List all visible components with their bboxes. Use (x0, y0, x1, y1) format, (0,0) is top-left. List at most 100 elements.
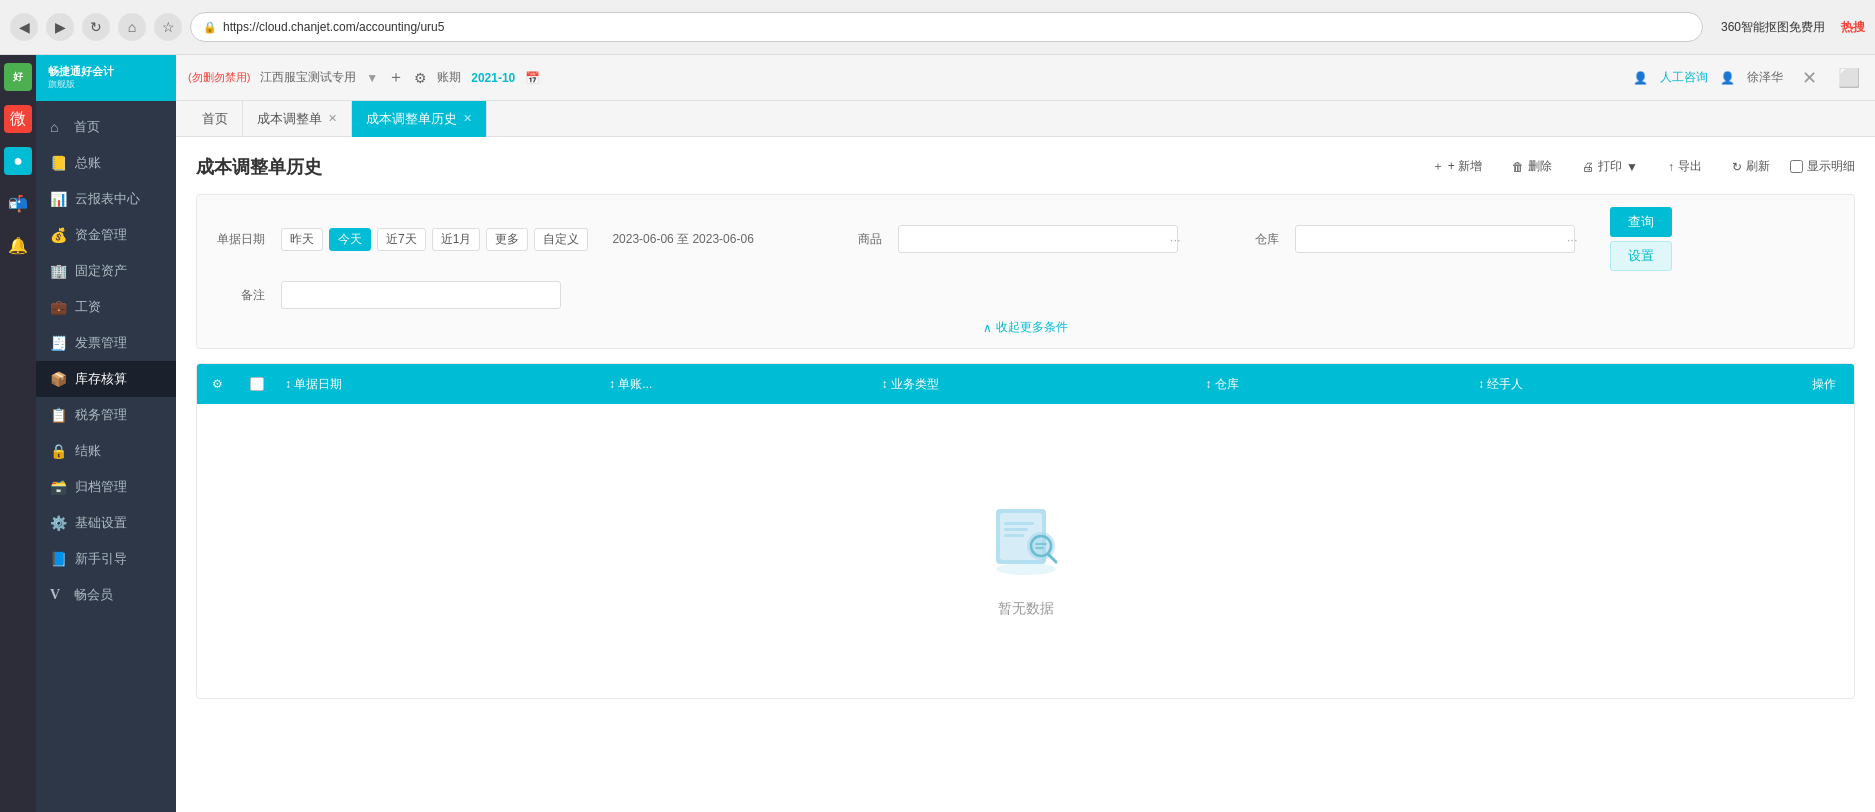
tab-cost-adjust[interactable]: 成本调整单 ✕ (243, 101, 352, 137)
display-toggle[interactable]: 显示明细 (1790, 158, 1855, 175)
period-value: 2021-10 (471, 71, 515, 85)
closing-nav-icon: 🔒 (50, 443, 67, 459)
sidebar: 畅捷通好会计 旗舰版 ⌂ 首页 📒 总账 📊 云报表中心 💰 资金管理 (36, 55, 176, 812)
warehouse-filter-input[interactable] (1295, 225, 1575, 253)
dropdown-icon[interactable]: ▼ (366, 71, 378, 85)
sidebar-item-payroll[interactable]: 💼 工资 (36, 289, 176, 325)
refresh-button[interactable]: ↻ 刷新 (1722, 153, 1780, 180)
th-voucher[interactable]: ↕ 单账... (601, 376, 874, 393)
ledger-nav-icon: 📒 (50, 155, 67, 171)
sidebar-item-funds[interactable]: 💰 资金管理 (36, 217, 176, 253)
archive-nav-icon: 🗃️ (50, 479, 67, 495)
page-content: 成本调整单历史 ＋ + 新增 🗑 删除 🖨 打印 ▼ (176, 137, 1875, 812)
inventory-nav-label: 库存核算 (75, 370, 127, 388)
th-action-label: 操作 (1812, 376, 1836, 393)
sidebar-item-archive[interactable]: 🗃️ 归档管理 (36, 469, 176, 505)
icon-bar-weibo[interactable]: 微 (4, 105, 32, 133)
th-handler[interactable]: ↕ 经手人 (1470, 376, 1794, 393)
setting-button[interactable]: 设置 (1610, 241, 1672, 271)
closing-nav-label: 结账 (75, 442, 101, 460)
browser-chrome: ◀ ▶ ↻ ⌂ ☆ 🔒 https://cloud.chanjet.com/ac… (0, 0, 1875, 55)
warehouse-more-icon[interactable]: ··· (1567, 232, 1578, 247)
period-label: 账期 (437, 69, 461, 86)
filter-btn-yesterday[interactable]: 昨天 (281, 228, 323, 251)
tab-cost-adjust-history[interactable]: 成本调整单历史 ✕ (352, 101, 487, 137)
query-button[interactable]: 查询 (1610, 207, 1672, 237)
sidebar-item-ledger[interactable]: 📒 总账 (36, 145, 176, 181)
topbar-minimize-button[interactable]: ⬜ (1835, 64, 1863, 92)
delete-button[interactable]: 🗑 删除 (1502, 153, 1562, 180)
topbar-close-button[interactable]: ✕ (1795, 64, 1823, 92)
home-button[interactable]: ⌂ (118, 13, 146, 41)
settings-th-icon: ⚙ (212, 377, 223, 391)
star-button[interactable]: ☆ (154, 13, 182, 41)
sidebar-nav: ⌂ 首页 📒 总账 📊 云报表中心 💰 资金管理 🏢 固定资产 💼 工资 (36, 101, 176, 812)
header-checkbox[interactable] (250, 377, 264, 391)
export-button[interactable]: ↑ 导出 (1658, 153, 1712, 180)
refresh-icon: ↻ (1732, 160, 1742, 174)
icon-bar-item-1[interactable]: 📬 (4, 189, 32, 217)
icon-bar-active[interactable]: ● (4, 147, 32, 175)
th-date[interactable]: ↕ 单据日期 (277, 376, 601, 393)
filter-date-group: 昨天 今天 近7天 近1月 更多 自定义 (281, 228, 588, 251)
ledger-nav-label: 总账 (75, 154, 101, 172)
calendar-icon[interactable]: 📅 (525, 71, 540, 85)
member-nav-label: 畅会员 (74, 586, 113, 604)
tab-cost-adjust-history-close[interactable]: ✕ (463, 112, 472, 125)
th-settings[interactable]: ⚙ (197, 377, 237, 391)
sidebar-item-home[interactable]: ⌂ 首页 (36, 109, 176, 145)
refresh-button[interactable]: ↻ (82, 13, 110, 41)
export-label: 导出 (1678, 158, 1702, 175)
svg-rect-4 (1004, 528, 1028, 531)
collapse-icon: ∧ (983, 321, 992, 335)
page-header: 成本调整单历史 ＋ + 新增 🗑 删除 🖨 打印 ▼ (196, 153, 1855, 180)
th-handler-label: ↕ 经手人 (1478, 376, 1523, 393)
export-icon: ↑ (1668, 160, 1674, 174)
sidebar-item-fixed-assets[interactable]: 🏢 固定资产 (36, 253, 176, 289)
remark-filter-input[interactable] (281, 281, 561, 309)
service-icon: 👤 (1633, 71, 1648, 85)
url-bar[interactable]: 🔒 https://cloud.chanjet.com/accounting/u… (190, 12, 1703, 42)
service-label[interactable]: 人工咨询 (1660, 69, 1708, 86)
user-label[interactable]: 徐泽华 (1747, 69, 1783, 86)
filter-btn-more[interactable]: 更多 (486, 228, 528, 251)
home-nav-icon: ⌂ (50, 119, 66, 135)
back-button[interactable]: ◀ (10, 13, 38, 41)
print-button[interactable]: 🖨 打印 ▼ (1572, 153, 1648, 180)
delete-label: 删除 (1528, 158, 1552, 175)
page-actions: ＋ + 新增 🗑 删除 🖨 打印 ▼ ↑ 导出 (1422, 153, 1855, 180)
empty-state: 暂无数据 (197, 404, 1854, 698)
forward-button[interactable]: ▶ (46, 13, 74, 41)
sidebar-item-tax[interactable]: 📋 税务管理 (36, 397, 176, 433)
new-button[interactable]: ＋ + 新增 (1422, 153, 1492, 180)
th-type[interactable]: ↕ 业务类型 (874, 376, 1198, 393)
product-more-icon[interactable]: ··· (1170, 232, 1181, 247)
add-icon[interactable]: ＋ (388, 67, 404, 88)
settings-icon[interactable]: ⚙ (414, 70, 427, 86)
th-warehouse[interactable]: ↕ 仓库 (1197, 376, 1470, 393)
filter-row-remark: 备注 (213, 281, 1838, 309)
sidebar-item-inventory[interactable]: 📦 库存核算 (36, 361, 176, 397)
hot-label: 热搜 (1841, 19, 1865, 36)
sidebar-item-member[interactable]: V 畅会员 (36, 577, 176, 613)
tab-cost-adjust-close[interactable]: ✕ (328, 112, 337, 125)
app-container: 好 微 ● 📬 🔔 畅捷通好会计 旗舰版 ⌂ 首页 📒 总账 📊 云报 (0, 55, 1875, 812)
filter-btn-custom[interactable]: 自定义 (534, 228, 588, 251)
sidebar-item-closing[interactable]: 🔒 结账 (36, 433, 176, 469)
new-icon: ＋ (1432, 158, 1444, 175)
sidebar-item-guide[interactable]: 📘 新手引导 (36, 541, 176, 577)
th-checkbox[interactable] (237, 377, 277, 391)
icon-bar-item-2[interactable]: 🔔 (4, 231, 32, 259)
filter-btn-7days[interactable]: 近7天 (377, 228, 426, 251)
display-toggle-checkbox[interactable] (1790, 160, 1803, 173)
sidebar-item-invoice[interactable]: 🧾 发票管理 (36, 325, 176, 361)
tab-home-label: 首页 (202, 110, 228, 128)
sidebar-item-settings[interactable]: ⚙️ 基础设置 (36, 505, 176, 541)
sidebar-item-reports[interactable]: 📊 云报表中心 (36, 181, 176, 217)
product-filter-input[interactable] (898, 225, 1178, 253)
filter-btn-today[interactable]: 今天 (329, 228, 371, 251)
collapse-button[interactable]: ∧ 收起更多条件 (983, 319, 1068, 336)
filter-btn-1month[interactable]: 近1月 (432, 228, 481, 251)
tab-home[interactable]: 首页 (188, 101, 243, 137)
archive-nav-label: 归档管理 (75, 478, 127, 496)
